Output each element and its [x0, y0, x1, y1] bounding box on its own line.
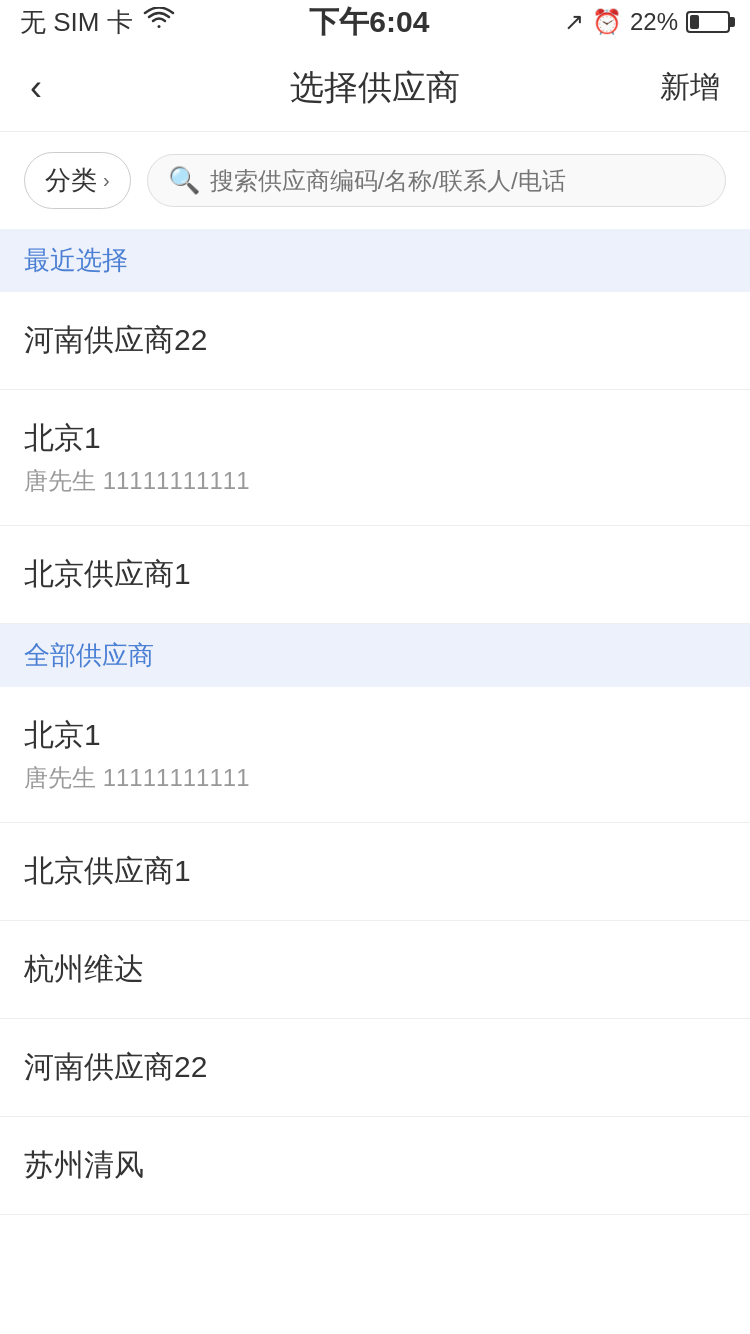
item-name: 北京1 [24, 418, 726, 459]
item-name: 北京供应商1 [24, 554, 726, 595]
search-icon: 🔍 [168, 165, 200, 196]
location-icon: ↗ [564, 8, 584, 36]
battery-icon [686, 11, 730, 33]
alarm-icon: ⏰ [592, 8, 622, 36]
item-name: 河南供应商22 [24, 320, 726, 361]
recent-list-item[interactable]: 北京1 唐先生 11111111111 [0, 390, 750, 526]
status-bar: 无 SIM 卡 下午6:04 ↗ ⏰ 22% [0, 0, 750, 44]
recent-items-list: 河南供应商22 北京1 唐先生 11111111111 北京供应商1 [0, 292, 750, 624]
category-label: 分类 [45, 163, 97, 198]
recent-list-item[interactable]: 河南供应商22 [0, 292, 750, 390]
wifi-icon [143, 7, 175, 38]
back-button[interactable]: ‹ [20, 57, 52, 119]
status-time: 下午6:04 [309, 2, 429, 43]
filter-bar: 分类 › 🔍 [0, 132, 750, 229]
all-section-label: 全部供应商 [24, 640, 154, 670]
chevron-right-icon: › [103, 169, 110, 192]
search-box[interactable]: 🔍 [147, 154, 726, 207]
all-section-header: 全部供应商 [0, 624, 750, 687]
item-name: 北京供应商1 [24, 851, 726, 892]
search-input[interactable] [210, 167, 705, 195]
recent-section-label: 最近选择 [24, 245, 128, 275]
item-sub: 唐先生 11111111111 [24, 465, 726, 497]
all-list-item[interactable]: 河南供应商22 [0, 1019, 750, 1117]
no-sim-text: 无 SIM 卡 [20, 5, 133, 40]
all-list-item[interactable]: 北京供应商1 [0, 823, 750, 921]
recent-section-header: 最近选择 [0, 229, 750, 292]
category-button[interactable]: 分类 › [24, 152, 131, 209]
page-title: 选择供应商 [290, 65, 460, 111]
all-list-item[interactable]: 北京1 唐先生 11111111111 [0, 687, 750, 823]
battery-percent: 22% [630, 8, 678, 36]
all-items-list: 北京1 唐先生 11111111111 北京供应商1 杭州维达河南供应商22 苏州清风 [0, 687, 750, 1215]
item-name: 杭州维达 [24, 949, 726, 990]
status-right: ↗ ⏰ 22% [564, 8, 730, 36]
status-left: 无 SIM 卡 [20, 5, 175, 40]
item-name: 河南供应商22 [24, 1047, 726, 1088]
all-list-item[interactable]: 苏州清风 [0, 1117, 750, 1215]
item-sub: 唐先生 11111111111 [24, 762, 726, 794]
nav-bar: ‹ 选择供应商 新增 [0, 44, 750, 132]
item-name: 北京1 [24, 715, 726, 756]
recent-list-item[interactable]: 北京供应商1 [0, 526, 750, 624]
add-button[interactable]: 新增 [660, 67, 720, 108]
all-list-item[interactable]: 杭州维达 [0, 921, 750, 1019]
item-name: 苏州清风 [24, 1145, 726, 1186]
